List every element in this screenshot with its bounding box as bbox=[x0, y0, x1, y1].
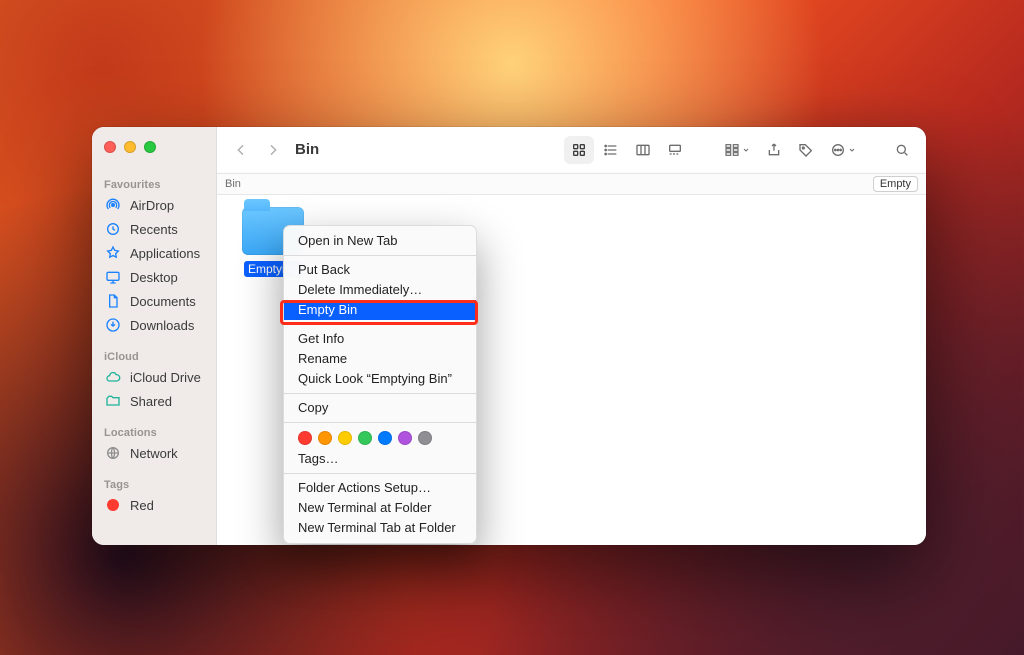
sidebar-item-network[interactable]: Network bbox=[92, 441, 216, 465]
toolbar: Bin bbox=[217, 127, 926, 173]
sidebar-item-applications[interactable]: Applications bbox=[92, 241, 216, 265]
cm-get-info[interactable]: Get Info bbox=[284, 329, 476, 349]
documents-icon bbox=[104, 292, 122, 310]
airdrop-icon bbox=[104, 196, 122, 214]
cm-separator bbox=[284, 324, 476, 325]
icloud-drive-icon bbox=[104, 368, 122, 386]
cm-quick-look[interactable]: Quick Look “Emptying Bin” bbox=[284, 369, 476, 389]
cm-empty-bin[interactable]: Empty Bin bbox=[284, 300, 476, 320]
action-menu-button[interactable] bbox=[824, 136, 862, 164]
sidebar-item-label: Shared bbox=[130, 394, 172, 409]
downloads-icon bbox=[104, 316, 122, 334]
cm-separator bbox=[284, 393, 476, 394]
cm-separator bbox=[284, 422, 476, 423]
cm-tag-gray[interactable] bbox=[418, 431, 432, 445]
cm-separator bbox=[284, 473, 476, 474]
view-column-button[interactable] bbox=[628, 136, 658, 164]
view-list-button[interactable] bbox=[596, 136, 626, 164]
sidebar-item-airdrop[interactable]: AirDrop bbox=[92, 193, 216, 217]
sidebar-item-label: Applications bbox=[130, 246, 200, 261]
cm-tag-blue[interactable] bbox=[378, 431, 392, 445]
sidebar-item-shared[interactable]: Shared bbox=[92, 389, 216, 413]
sidebar-item-label: Red bbox=[130, 498, 154, 513]
sidebar-section-icloud: iCloud bbox=[92, 345, 216, 365]
cm-separator bbox=[284, 255, 476, 256]
network-icon bbox=[104, 444, 122, 462]
sidebar-section-locations: Locations bbox=[92, 421, 216, 441]
window-controls bbox=[104, 141, 156, 153]
sidebar-item-tag-red[interactable]: Red bbox=[92, 493, 216, 517]
cm-tags[interactable]: Tags… bbox=[284, 449, 476, 469]
minimize-button[interactable] bbox=[124, 141, 136, 153]
tag-red-icon bbox=[104, 496, 122, 514]
group-by-button[interactable] bbox=[718, 136, 756, 164]
cm-delete-immediately[interactable]: Delete Immediately… bbox=[284, 280, 476, 300]
recents-icon bbox=[104, 220, 122, 238]
sidebar-item-label: Network bbox=[130, 446, 178, 461]
search-button[interactable] bbox=[888, 136, 916, 164]
view-mode-segment bbox=[562, 134, 692, 166]
cm-tag-orange[interactable] bbox=[318, 431, 332, 445]
cm-copy[interactable]: Copy bbox=[284, 398, 476, 418]
cm-tag-purple[interactable] bbox=[398, 431, 412, 445]
cm-new-terminal-at-folder[interactable]: New Terminal at Folder bbox=[284, 498, 476, 518]
sidebar-item-desktop[interactable]: Desktop bbox=[92, 265, 216, 289]
sidebar-item-label: Desktop bbox=[130, 270, 178, 285]
sidebar-section-tags: Tags bbox=[92, 473, 216, 493]
empty-bin-button[interactable]: Empty bbox=[873, 176, 918, 192]
back-button[interactable] bbox=[227, 136, 255, 164]
sidebar-item-documents[interactable]: Documents bbox=[92, 289, 216, 313]
cm-tag-yellow[interactable] bbox=[338, 431, 352, 445]
cm-tag-colors-row bbox=[284, 427, 476, 449]
desktop-icon bbox=[104, 268, 122, 286]
tags-button[interactable] bbox=[792, 136, 820, 164]
cm-rename[interactable]: Rename bbox=[284, 349, 476, 369]
cm-folder-actions-setup[interactable]: Folder Actions Setup… bbox=[284, 478, 476, 498]
cm-put-back[interactable]: Put Back bbox=[284, 260, 476, 280]
sidebar-item-recents[interactable]: Recents bbox=[92, 217, 216, 241]
sidebar-item-label: Documents bbox=[130, 294, 196, 309]
sidebar-item-label: Recents bbox=[130, 222, 178, 237]
sidebar-item-label: Downloads bbox=[130, 318, 194, 333]
sidebar-item-icloud-drive[interactable]: iCloud Drive bbox=[92, 365, 216, 389]
path-location: Bin bbox=[225, 178, 241, 190]
share-button[interactable] bbox=[760, 136, 788, 164]
sidebar: Favourites AirDrop Recents Applications … bbox=[92, 127, 217, 545]
cm-new-terminal-tab-at-folder[interactable]: New Terminal Tab at Folder bbox=[284, 518, 476, 538]
applications-icon bbox=[104, 244, 122, 262]
sidebar-item-downloads[interactable]: Downloads bbox=[92, 313, 216, 337]
sidebar-section-favourites: Favourites bbox=[92, 173, 216, 193]
sidebar-item-label: iCloud Drive bbox=[130, 370, 201, 385]
view-icon-button[interactable] bbox=[564, 136, 594, 164]
context-menu: Open in New Tab Put Back Delete Immediat… bbox=[283, 225, 477, 544]
forward-button[interactable] bbox=[259, 136, 287, 164]
finder-window: Favourites AirDrop Recents Applications … bbox=[92, 127, 926, 545]
view-gallery-button[interactable] bbox=[660, 136, 690, 164]
fullscreen-button[interactable] bbox=[144, 141, 156, 153]
window-title: Bin bbox=[295, 141, 319, 158]
close-button[interactable] bbox=[104, 141, 116, 153]
cm-tag-green[interactable] bbox=[358, 431, 372, 445]
path-bar: Bin Empty bbox=[217, 173, 926, 195]
cm-open-in-new-tab[interactable]: Open in New Tab bbox=[284, 231, 476, 251]
cm-tag-red[interactable] bbox=[298, 431, 312, 445]
shared-icon bbox=[104, 392, 122, 410]
sidebar-item-label: AirDrop bbox=[130, 198, 174, 213]
